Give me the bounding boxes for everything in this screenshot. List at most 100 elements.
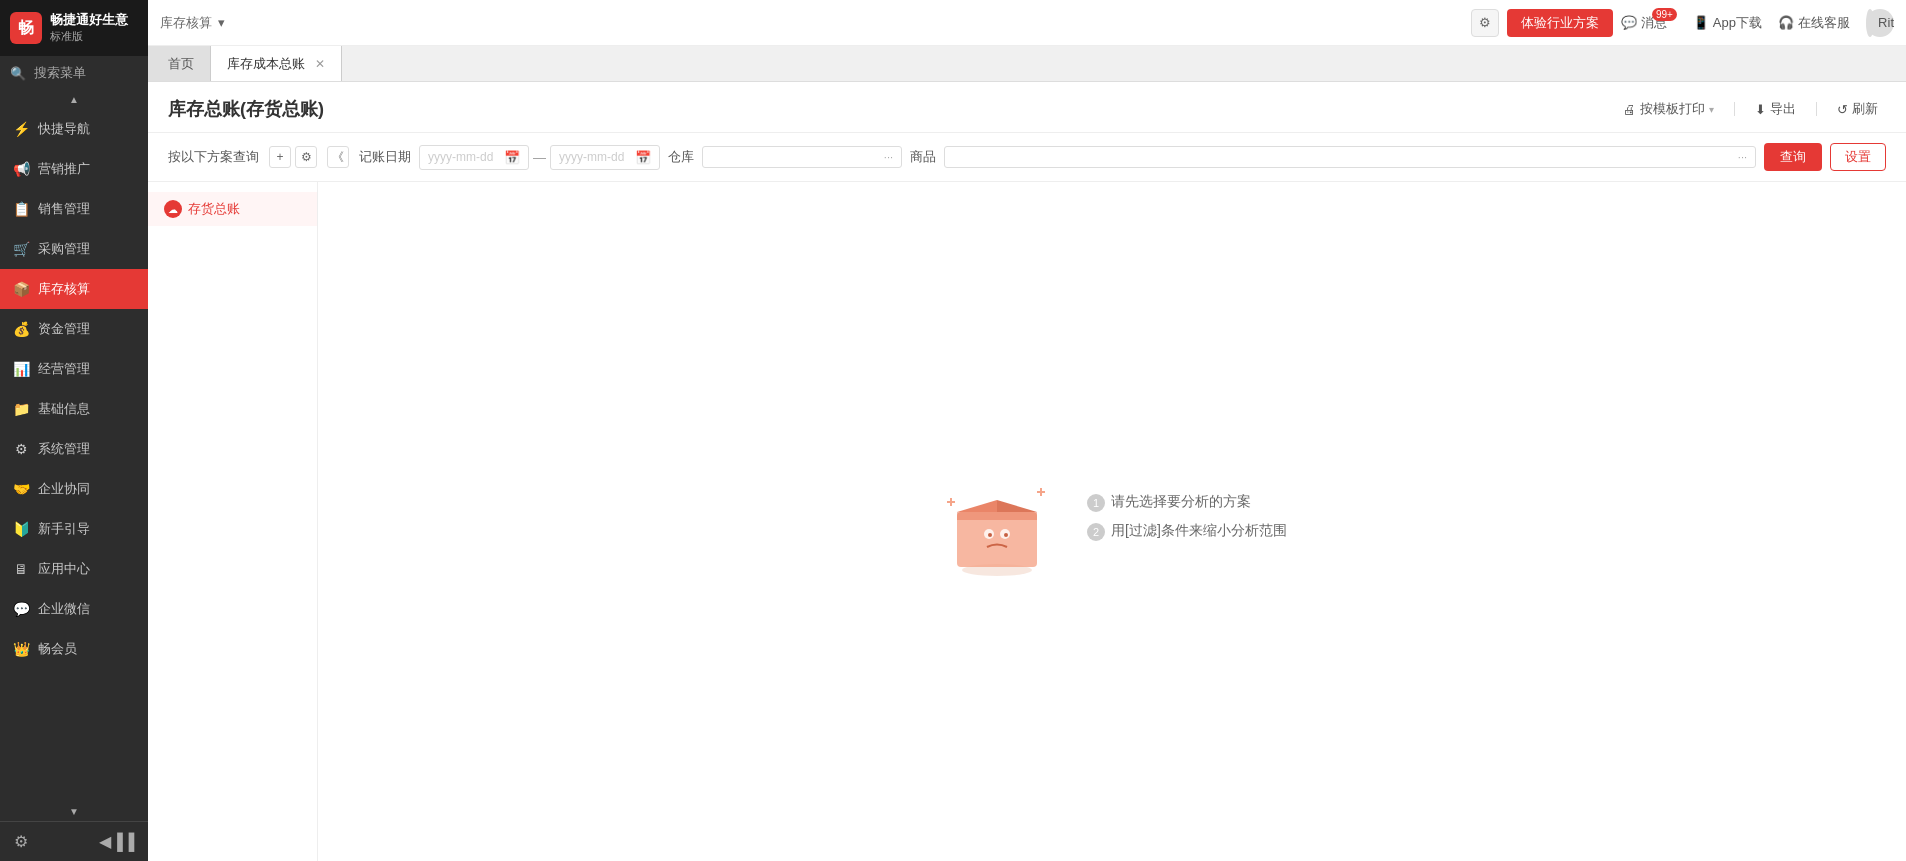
sidebar-item-finance[interactable]: 💰 资金管理	[0, 309, 148, 349]
sidebar-item-label: 快捷导航	[38, 120, 90, 138]
scroll-up-arrow[interactable]: ▲	[0, 90, 148, 109]
marketing-icon: 📢	[12, 161, 30, 177]
sidebar-item-label: 经营管理	[38, 360, 90, 378]
refresh-icon: ↺	[1837, 102, 1848, 117]
content-body: ☁ 存货总账	[148, 182, 1906, 861]
sidebar-item-label: 新手引导	[38, 520, 90, 538]
print-button[interactable]: 🖨 按模板打印 ▾	[1615, 96, 1722, 122]
sidebar-item-purchase[interactable]: 🛒 采购管理	[0, 229, 148, 269]
sidebar-item-label: 应用中心	[38, 560, 90, 578]
printer-icon: 🖨	[1623, 102, 1636, 117]
export-button[interactable]: ⬇ 导出	[1747, 96, 1804, 122]
warehouse-select[interactable]: ···	[702, 146, 902, 168]
topbar-settings-button[interactable]: ⚙	[1471, 9, 1499, 37]
gear-icon: ⚙	[301, 150, 312, 164]
sidebar-item-label: 采购管理	[38, 240, 90, 258]
warehouse-field-label: 仓库	[668, 148, 694, 166]
sidebar-item-enterprise-wechat[interactable]: 💬 企业微信	[0, 589, 148, 629]
filter-add-button[interactable]: +	[269, 146, 291, 168]
page-header: 库存总账(存货总账) 🖨 按模板打印 ▾ ⬇ 导出 ↺ 刷新	[148, 82, 1906, 133]
sidebar-item-app-center[interactable]: 🖥 应用中心	[0, 549, 148, 589]
sidebar-item-label: 营销推广	[38, 160, 90, 178]
message-badge: 99+	[1652, 8, 1677, 21]
sidebar-item-label: 库存核算	[38, 280, 90, 298]
app-logo: 畅 畅捷通好生意 标准版	[0, 0, 148, 56]
divider	[1734, 102, 1735, 116]
sidebar: 畅 畅捷通好生意 标准版 🔍 搜索菜单 ▲ ⚡ 快捷导航 📢 营销推广 📋 销售…	[0, 0, 148, 861]
sidebar-item-newbie[interactable]: 🔰 新手引导	[0, 509, 148, 549]
sidebar-item-system[interactable]: ⚙ 系统管理	[0, 429, 148, 469]
print-chevron-icon: ▾	[1709, 104, 1714, 115]
svg-point-7	[988, 533, 992, 537]
filter-actions: + ⚙	[269, 146, 317, 168]
newbie-icon: 🔰	[12, 521, 30, 537]
inventory-icon: 📦	[12, 281, 30, 297]
filter-fields: 记账日期 yyyy-mm-dd 📅 — yyyy-mm-dd 📅 仓库 ··	[359, 143, 1886, 171]
sidebar-item-vip[interactable]: 👑 畅会员	[0, 629, 148, 669]
hint2-num: 2	[1087, 523, 1105, 541]
topbar: 库存核算 ▾ ⚙ 体验行业方案 💬 消息 99+ 📱 App下载 🎧 在线客服	[148, 0, 1906, 46]
online-service-button[interactable]: 🎧 在线客服	[1778, 14, 1850, 32]
page-title: 库存总账(存货总账)	[168, 97, 324, 121]
goods-select[interactable]: ···	[944, 146, 1756, 168]
date-start-placeholder: yyyy-mm-dd	[428, 150, 493, 164]
sidebar-item-marketing[interactable]: 📢 营销推广	[0, 149, 148, 189]
sidebar-item-operations[interactable]: 📊 经营管理	[0, 349, 148, 389]
enterprise-wechat-icon: 💬	[12, 601, 30, 617]
finance-icon: 💰	[12, 321, 30, 337]
sidebar-search[interactable]: 🔍 搜索菜单	[0, 56, 148, 90]
sidebar-item-label: 系统管理	[38, 440, 90, 458]
breadcrumb-text: 库存核算	[160, 14, 212, 32]
sidebar-search-label: 搜索菜单	[34, 64, 86, 82]
operations-icon: 📊	[12, 361, 30, 377]
scheme-icon: ☁	[164, 200, 182, 218]
tab-inventory-cost-label: 库存成本总账	[227, 55, 305, 73]
export-icon: ⬇	[1755, 102, 1766, 117]
filter-settings-button[interactable]: ⚙	[295, 146, 317, 168]
divider2	[1816, 102, 1817, 116]
sidebar-footer: ⚙ ◀▐▐	[0, 821, 148, 861]
sidebar-item-inventory[interactable]: 📦 库存核算	[0, 269, 148, 309]
footer-audio-btn[interactable]: ◀▐▐	[99, 832, 134, 851]
date-start-input[interactable]: yyyy-mm-dd 📅	[419, 145, 529, 170]
date-end-input[interactable]: yyyy-mm-dd 📅	[550, 145, 660, 170]
collapse-icon: 《	[332, 149, 344, 166]
refresh-button[interactable]: ↺ 刷新	[1829, 96, 1886, 122]
enterprise-icon: 🤝	[12, 481, 30, 497]
app-download-button[interactable]: 📱 App下载	[1693, 14, 1762, 32]
app-center-icon: 🖥	[12, 561, 30, 577]
plus-icon: +	[276, 150, 283, 164]
message-button[interactable]: 💬 消息 99+	[1621, 14, 1667, 32]
user-avatar[interactable]: Rit	[1866, 9, 1894, 37]
hint2-text: 用[过滤]条件来缩小分析范围	[1111, 522, 1287, 540]
warehouse-more-icon: ···	[884, 151, 893, 163]
sidebar-item-basic-info[interactable]: 📁 基础信息	[0, 389, 148, 429]
tabbar: 首页 库存成本总账 ✕	[148, 46, 1906, 82]
tab-inventory-cost[interactable]: 库存成本总账 ✕	[211, 46, 342, 81]
user-name: Rit	[1878, 15, 1894, 30]
scheme-item-inventory-ledger[interactable]: ☁ 存货总账	[148, 192, 317, 226]
tab-home[interactable]: 首页	[148, 46, 211, 81]
sidebar-item-label: 资金管理	[38, 320, 90, 338]
filter-collapse-button[interactable]: 《	[327, 146, 349, 168]
footer-settings-btn[interactable]: ⚙	[14, 832, 28, 851]
settings-small-button[interactable]: 设置	[1830, 143, 1886, 171]
search-button[interactable]: 查询	[1764, 143, 1822, 171]
logo-icon: 畅	[10, 12, 42, 44]
industry-solution-button[interactable]: 体验行业方案	[1507, 9, 1613, 37]
sidebar-item-enterprise[interactable]: 🤝 企业协同	[0, 469, 148, 509]
headset-icon: 🎧	[1778, 15, 1794, 30]
sidebar-item-sales[interactable]: 📋 销售管理	[0, 189, 148, 229]
sidebar-item-quick-nav[interactable]: ⚡ 快捷导航	[0, 109, 148, 149]
svg-rect-4	[957, 512, 1037, 520]
export-label: 导出	[1770, 100, 1796, 118]
scroll-down-arrow[interactable]: ▼	[0, 802, 148, 821]
calendar-start-icon: 📅	[504, 150, 520, 165]
sidebar-item-label: 企业协同	[38, 480, 90, 498]
empty-illustration	[937, 462, 1057, 582]
tab-close-icon[interactable]: ✕	[315, 57, 325, 71]
app-version: 标准版	[50, 29, 128, 43]
date-end-placeholder: yyyy-mm-dd	[559, 150, 624, 164]
sidebar-item-label: 基础信息	[38, 400, 90, 418]
svg-point-8	[1004, 533, 1008, 537]
